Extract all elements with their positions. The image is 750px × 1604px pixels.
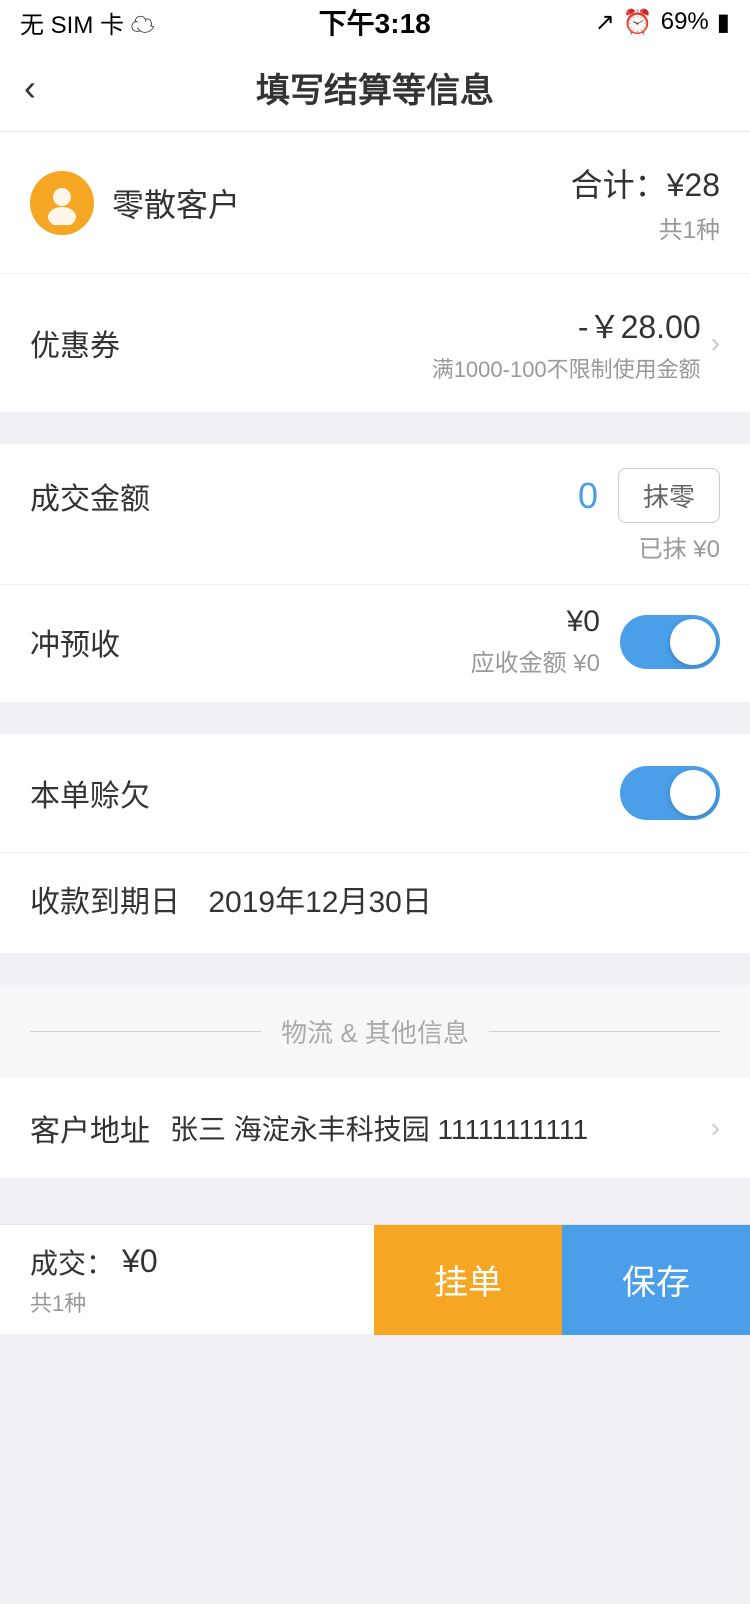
coupon-desc: 满1000-100不限制使用金额 bbox=[432, 352, 701, 384]
page-title: 填写结算等信息 bbox=[256, 63, 494, 112]
address-row[interactable]: 客户地址 张三 海淀永丰科技园 11111111111 › bbox=[0, 1078, 750, 1178]
logistics-label: 物流 & 其他信息 bbox=[281, 1013, 469, 1050]
address-value: 张三 海淀永丰科技园 11111111111 bbox=[170, 1108, 711, 1148]
status-bar: 无 SIM 卡 ☁ 下午3:18 ↗ ⏰ 69% ▮ bbox=[0, 0, 750, 44]
divider-2 bbox=[0, 718, 750, 734]
prepay-right: ¥0 应收金额 ¥0 bbox=[471, 605, 720, 678]
coupon-label: 优惠券 bbox=[30, 321, 120, 365]
deal-label: 成交： bbox=[30, 1242, 114, 1282]
direction-icon: ↗ bbox=[595, 8, 615, 37]
status-left: 无 SIM 卡 ☁ bbox=[20, 5, 155, 40]
status-time: 下午3:18 bbox=[319, 2, 431, 42]
round-button[interactable]: 抹零 bbox=[618, 468, 720, 523]
transaction-section: 成交金额 0 抹零 已抹 ¥0 冲预收 ¥0 应收金额 ¥0 bbox=[0, 444, 750, 702]
divider-1 bbox=[0, 428, 750, 444]
amount-right: 0 抹零 bbox=[578, 468, 720, 523]
line-left bbox=[30, 1031, 261, 1032]
customer-section: 零散客户 合计：¥28 共1种 优惠券 -￥28.00 满1000-100不限制… bbox=[0, 132, 750, 412]
line-right bbox=[489, 1031, 720, 1032]
customer-name: 零散客户 bbox=[112, 180, 240, 226]
due-date-row: 收款到期日 2019年12月30日 bbox=[0, 852, 750, 953]
credit-label: 本单赊欠 bbox=[30, 771, 150, 815]
already-rounded: 已抹 ¥0 bbox=[0, 523, 750, 584]
alarm-icon: ⏰ bbox=[623, 8, 653, 37]
status-right: ↗ ⏰ 69% ▮ bbox=[595, 8, 730, 37]
credit-toggle[interactable] bbox=[620, 766, 720, 820]
due-date-label: 收款到期日 bbox=[30, 886, 180, 919]
amount-value[interactable]: 0 bbox=[578, 475, 598, 517]
avatar bbox=[30, 171, 94, 235]
prepay-receivable: 应收金额 ¥0 bbox=[471, 643, 600, 678]
prepay-amount: ¥0 bbox=[471, 605, 600, 639]
prepay-row: 冲预收 ¥0 应收金额 ¥0 bbox=[0, 584, 750, 702]
customer-left: 零散客户 bbox=[30, 171, 240, 235]
save-button[interactable]: 保存 bbox=[562, 1225, 750, 1335]
prepay-toggle[interactable] bbox=[620, 615, 720, 669]
coupon-row[interactable]: 优惠券 -￥28.00 满1000-100不限制使用金额 › bbox=[0, 273, 750, 412]
address-chevron-icon: › bbox=[711, 1112, 720, 1144]
credit-section: 本单赊欠 收款到期日 2019年12月30日 bbox=[0, 734, 750, 953]
customer-row: 零散客户 合计：¥28 共1种 bbox=[0, 132, 750, 273]
battery-level: 69% bbox=[661, 8, 709, 36]
nav-bar: ‹ 填写结算等信息 bbox=[0, 44, 750, 132]
address-section: 客户地址 张三 海淀永丰科技园 11111111111 › bbox=[0, 1078, 750, 1178]
prepay-info: ¥0 应收金额 ¥0 bbox=[471, 605, 600, 678]
address-label: 客户地址 bbox=[30, 1106, 150, 1150]
toggle-knob bbox=[670, 619, 716, 665]
credit-toggle-knob bbox=[670, 770, 716, 816]
customer-summary: 合计：¥28 共1种 bbox=[571, 160, 720, 245]
logistics-header: 物流 & 其他信息 bbox=[0, 985, 750, 1078]
amount-label: 成交金额 bbox=[30, 474, 150, 518]
coupon-right: -￥28.00 满1000-100不限制使用金额 › bbox=[432, 302, 720, 384]
coupon-info: -￥28.00 满1000-100不限制使用金额 bbox=[432, 302, 701, 384]
total-amount: 合计：¥28 bbox=[571, 160, 720, 206]
sim-status: 无 SIM 卡 ☁ bbox=[20, 5, 155, 40]
chevron-right-icon: › bbox=[711, 327, 720, 359]
deal-row: 成交： ¥0 bbox=[30, 1242, 344, 1282]
amount-row: 成交金额 0 抹零 bbox=[0, 444, 750, 523]
deal-amount: ¥0 bbox=[122, 1243, 158, 1280]
divider-3 bbox=[0, 969, 750, 985]
bottom-summary: 成交： ¥0 共1种 bbox=[0, 1242, 374, 1318]
battery-icon: ▮ bbox=[717, 8, 730, 37]
back-button[interactable]: ‹ bbox=[24, 67, 36, 109]
due-date-value: 2019年12月30日 bbox=[208, 886, 431, 919]
bottom-bar: 成交： ¥0 共1种 挂单 保存 bbox=[0, 1224, 750, 1334]
prepay-label: 冲预收 bbox=[30, 620, 120, 664]
hold-button[interactable]: 挂单 bbox=[374, 1225, 562, 1335]
deal-count: 共1种 bbox=[30, 1286, 344, 1318]
coupon-discount: -￥28.00 bbox=[432, 302, 701, 348]
credit-row: 本单赊欠 bbox=[0, 734, 750, 852]
total-count: 共1种 bbox=[571, 210, 720, 245]
